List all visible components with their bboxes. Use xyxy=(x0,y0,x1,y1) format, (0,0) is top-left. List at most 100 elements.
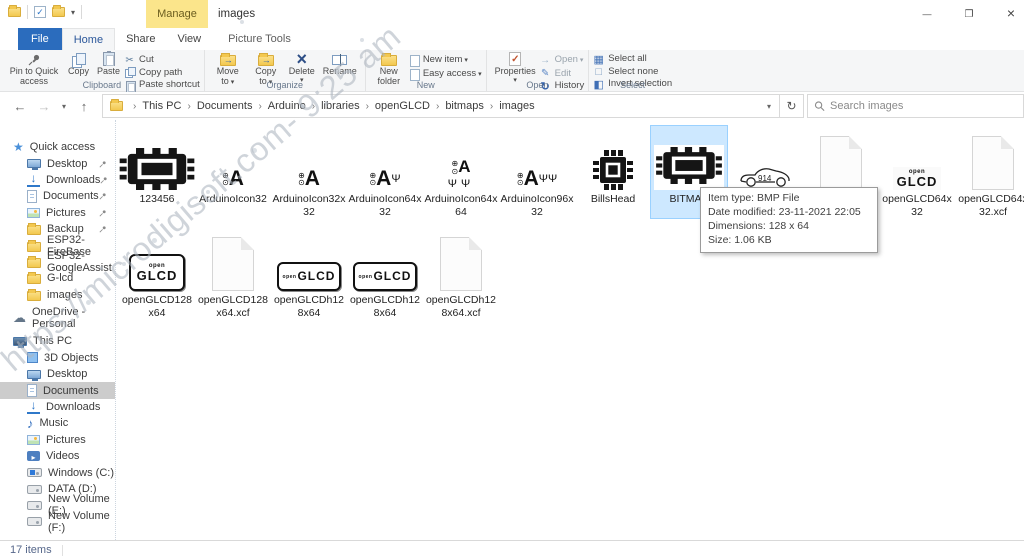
file-item[interactable]: ArduinoIcon32 xyxy=(195,126,271,218)
sidebar-item-downloads-pc[interactable]: Downloads xyxy=(0,399,115,415)
sidebar-item-documents[interactable]: Documents xyxy=(0,188,115,204)
breadcrumb-images[interactable]: images xyxy=(497,100,536,112)
sidebar-item-documents-pc[interactable]: Documents xyxy=(0,382,115,399)
sidebar-item-music[interactable]: Music xyxy=(0,415,115,431)
sidebar-item-onedrive[interactable]: OneDrive - Personal xyxy=(0,306,115,330)
sidebar-item-windows-c[interactable]: Windows (C:) xyxy=(0,464,115,480)
file-tooltip: Item type: BMP File Date modified: 23-11… xyxy=(700,187,878,253)
group-label-select: Select xyxy=(620,80,646,90)
sidebar-item-3d-objects[interactable]: 3D Objects xyxy=(0,350,115,366)
sidebar-item-videos[interactable]: Videos xyxy=(0,448,115,464)
paste-button[interactable]: Paste xyxy=(93,51,124,77)
sidebar-item-pictures-pc[interactable]: Pictures xyxy=(0,432,115,448)
tab-home[interactable]: Home xyxy=(61,28,116,50)
breadcrumb-this-pc[interactable]: This PC xyxy=(140,100,183,112)
search-input[interactable] xyxy=(830,100,1017,112)
easy-access-button[interactable]: Easy access xyxy=(408,68,482,82)
search-box[interactable] xyxy=(807,94,1024,118)
open-button[interactable]: Open xyxy=(540,54,585,68)
rename-button[interactable]: Rename xyxy=(319,51,361,77)
sidebar-item-desktop[interactable]: Desktop xyxy=(0,155,115,171)
select-none-icon xyxy=(593,66,604,77)
address-bar: ← → ▾ ↑ › This PC › Documents › Arduino … xyxy=(0,92,1024,120)
minimize-button[interactable] xyxy=(906,0,948,28)
drive-windows-icon xyxy=(27,468,42,478)
edit-button[interactable]: Edit xyxy=(540,68,585,81)
breadcrumb-openglcd[interactable]: openGLCD xyxy=(373,100,432,112)
file-item[interactable]: ArduinoIcon96x32 xyxy=(499,126,575,218)
chip-icon xyxy=(656,147,722,184)
new-folder-qat-icon[interactable] xyxy=(52,5,65,17)
tab-view[interactable]: View xyxy=(166,28,212,50)
glcd-logo-icon xyxy=(353,262,417,291)
sidebar-item-desktop-pc[interactable]: Desktop xyxy=(0,366,115,382)
breadcrumb[interactable]: › This PC › Documents › Arduino › librar… xyxy=(102,94,780,118)
select-all-button[interactable]: Select all xyxy=(593,53,672,66)
file-item[interactable]: openGLCD64x32 xyxy=(879,126,955,218)
maximize-button[interactable] xyxy=(948,0,990,28)
file-item[interactable]: openGLCDh128x64 xyxy=(271,227,347,319)
tab-file[interactable]: File xyxy=(18,28,62,50)
sidebar-item-pictures[interactable]: Pictures xyxy=(0,205,115,221)
manage-contextual-tab[interactable]: Manage xyxy=(146,0,208,28)
folder-icon xyxy=(27,223,41,236)
up-button[interactable]: ↑ xyxy=(72,99,96,114)
properties-icon xyxy=(509,52,522,66)
select-none-button[interactable]: Select none xyxy=(593,66,672,79)
sidebar-item-g-lcd[interactable]: G-lcd xyxy=(0,270,115,286)
titlebar: Manage images xyxy=(0,0,1024,28)
picture-icon xyxy=(27,207,40,218)
sidebar-item-images[interactable]: images xyxy=(0,287,115,303)
properties-button[interactable]: Properties xyxy=(491,51,540,84)
recent-locations-icon[interactable]: ▾ xyxy=(56,102,72,111)
cut-button[interactable]: Cut xyxy=(124,54,200,67)
file-item[interactable]: openGLCD128x64.xcf xyxy=(195,227,271,319)
delete-button[interactable]: Delete xyxy=(285,51,319,84)
download-icon xyxy=(27,400,40,415)
back-button[interactable]: ← xyxy=(8,99,32,114)
properties-qat-icon[interactable] xyxy=(34,6,46,18)
breadcrumb-documents[interactable]: Documents xyxy=(195,100,255,112)
customize-qat-icon[interactable] xyxy=(71,8,75,17)
pin-icon xyxy=(28,52,41,66)
file-item[interactable]: ArduinoIcon32x32 xyxy=(271,126,347,218)
new-folder-icon xyxy=(380,53,397,66)
sidebar-item-quick-access[interactable]: Quick access xyxy=(0,139,115,155)
glcd-logo-icon xyxy=(277,262,341,291)
new-item-button[interactable]: New item xyxy=(408,54,482,68)
refresh-icon[interactable] xyxy=(780,94,804,118)
file-list: 123456 ArduinoIcon32 ArduinoIcon32x32 Ar… xyxy=(115,120,1024,540)
sidebar-item-esp32-googleassist[interactable]: ESP32-GoogleAssist xyxy=(0,250,115,274)
move-to-icon xyxy=(219,53,236,66)
breadcrumb-libraries[interactable]: libraries xyxy=(319,100,362,112)
folder-icon xyxy=(27,255,41,268)
breadcrumb-bitmaps[interactable]: bitmaps xyxy=(443,100,486,112)
close-button[interactable] xyxy=(990,0,1024,28)
copy-button[interactable]: Copy xyxy=(64,51,93,77)
sidebar-item-downloads[interactable]: Downloads xyxy=(0,172,115,188)
file-item[interactable]: openGLCDh128x64 xyxy=(347,227,423,319)
address-dropdown-icon[interactable] xyxy=(759,102,779,111)
status-bar: 17 items xyxy=(0,540,1024,559)
sidebar-item-new-volume-f[interactable]: New Volume (F:) xyxy=(0,510,115,534)
file-name: openGLCD128x64 xyxy=(121,294,193,319)
monitor-icon xyxy=(27,159,41,171)
ribbon: Pin to Quick access Copy Paste Cut Copy … xyxy=(0,50,1024,93)
copy-path-button[interactable]: Copy path xyxy=(124,67,200,80)
drive-icon xyxy=(27,517,42,527)
explorer-icon xyxy=(8,5,21,17)
forward-button[interactable]: → xyxy=(32,99,56,114)
file-item[interactable]: openGLCD128x64 xyxy=(119,227,195,319)
tab-picture-tools[interactable]: Picture Tools xyxy=(217,28,302,50)
arduino-logo-icon xyxy=(517,168,557,190)
file-item[interactable]: openGLCDh128x64.xcf xyxy=(423,227,499,319)
file-item[interactable]: 123456 xyxy=(119,126,195,218)
breadcrumb-arduino[interactable]: Arduino xyxy=(266,100,308,112)
copy-path-icon xyxy=(124,67,137,79)
sidebar-item-this-pc[interactable]: This PC xyxy=(0,333,115,349)
file-item[interactable]: ArduinoIcon64x32 xyxy=(347,126,423,218)
file-item[interactable]: ArduinoIcon64x64 xyxy=(423,126,499,218)
file-item[interactable]: openGLCD64x32.xcf xyxy=(955,126,1024,218)
file-item[interactable]: BillsHead xyxy=(575,126,651,218)
tab-share[interactable]: Share xyxy=(115,28,166,50)
